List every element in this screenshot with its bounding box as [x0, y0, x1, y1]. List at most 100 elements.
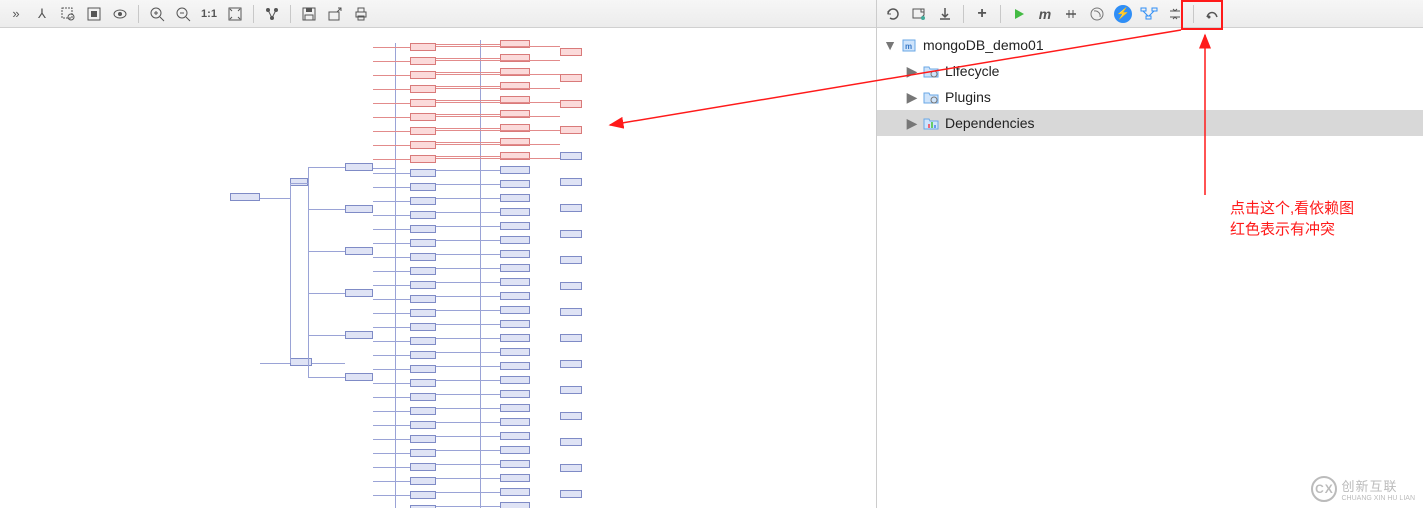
graph-node[interactable]: [500, 320, 530, 328]
graph-node[interactable]: [500, 474, 530, 482]
print-icon[interactable]: [349, 3, 373, 25]
graph-node[interactable]: [410, 169, 436, 177]
graph-node[interactable]: [410, 407, 436, 415]
graph-node[interactable]: [560, 204, 582, 212]
preview-icon[interactable]: [108, 3, 132, 25]
run-icon[interactable]: [1007, 3, 1031, 25]
graph-node[interactable]: [500, 194, 530, 202]
dependency-graph[interactable]: [0, 28, 876, 508]
graph-node[interactable]: [410, 379, 436, 387]
layout-icon[interactable]: [260, 3, 284, 25]
graph-node[interactable]: [560, 464, 582, 472]
select-tool-icon[interactable]: ⅄: [30, 3, 54, 25]
graph-node[interactable]: [500, 180, 530, 188]
graph-node[interactable]: [500, 222, 530, 230]
graph-node[interactable]: [560, 438, 582, 446]
graph-node[interactable]: [500, 208, 530, 216]
graph-node[interactable]: [410, 155, 436, 163]
toggle-offline-icon[interactable]: [1059, 3, 1083, 25]
graph-node[interactable]: [410, 71, 436, 79]
graph-node[interactable]: [410, 267, 436, 275]
fit-window-icon[interactable]: [223, 3, 247, 25]
graph-node[interactable]: [500, 334, 530, 342]
graph-node[interactable]: [500, 306, 530, 314]
graph-node[interactable]: [410, 183, 436, 191]
graph-node[interactable]: [500, 362, 530, 370]
graph-node[interactable]: [500, 502, 530, 508]
tree-plugins[interactable]: ▶ Plugins: [877, 84, 1423, 110]
graph-node[interactable]: [410, 253, 436, 261]
collapse-all-icon[interactable]: [1163, 3, 1187, 25]
graph-node[interactable]: [560, 126, 582, 134]
download-sources-icon[interactable]: [933, 3, 957, 25]
skip-tests-icon[interactable]: [1085, 3, 1109, 25]
settings-icon[interactable]: [1200, 3, 1224, 25]
fit-selection-icon[interactable]: [82, 3, 106, 25]
execute-goal-icon[interactable]: m: [1033, 3, 1057, 25]
graph-node[interactable]: [500, 250, 530, 258]
graph-node[interactable]: [410, 463, 436, 471]
graph-node[interactable]: [410, 449, 436, 457]
tree-root[interactable]: ▼ m mongoDB_demo01: [877, 32, 1423, 58]
graph-node[interactable]: [410, 309, 436, 317]
reimport-icon[interactable]: [881, 3, 905, 25]
graph-node[interactable]: [410, 43, 436, 51]
graph-node[interactable]: [560, 490, 582, 498]
graph-node[interactable]: [560, 100, 582, 108]
graph-node[interactable]: [410, 113, 436, 121]
zoom-out-icon[interactable]: [171, 3, 195, 25]
graph-node[interactable]: [500, 264, 530, 272]
graph-node[interactable]: [345, 163, 373, 171]
graph-node[interactable]: [345, 289, 373, 297]
graph-node[interactable]: [500, 418, 530, 426]
graph-node[interactable]: [345, 331, 373, 339]
graph-node[interactable]: [560, 282, 582, 290]
graph-node[interactable]: [500, 446, 530, 454]
graph-node[interactable]: [345, 205, 373, 213]
expand-panel-icon[interactable]: »: [4, 3, 28, 25]
graph-node[interactable]: [410, 365, 436, 373]
graph-node[interactable]: [500, 348, 530, 356]
graph-node[interactable]: [560, 412, 582, 420]
graph-node[interactable]: [500, 376, 530, 384]
graph-node[interactable]: [410, 141, 436, 149]
export-icon[interactable]: [323, 3, 347, 25]
graph-node[interactable]: [560, 178, 582, 186]
graph-node[interactable]: [410, 351, 436, 359]
graph-node[interactable]: [500, 278, 530, 286]
graph-node[interactable]: [500, 166, 530, 174]
graph-node[interactable]: [410, 197, 436, 205]
graph-node[interactable]: [560, 48, 582, 56]
generate-sources-icon[interactable]: [907, 3, 931, 25]
graph-node[interactable]: [345, 247, 373, 255]
save-icon[interactable]: [297, 3, 321, 25]
show-dependencies-icon[interactable]: [1137, 3, 1161, 25]
graph-node[interactable]: [410, 491, 436, 499]
graph-node[interactable]: [410, 99, 436, 107]
graph-node[interactable]: [500, 404, 530, 412]
graph-node[interactable]: [560, 360, 582, 368]
graph-node[interactable]: [290, 178, 308, 186]
add-project-icon[interactable]: +: [970, 3, 994, 25]
chevron-down-icon[interactable]: ▼: [883, 37, 897, 53]
graph-node[interactable]: [410, 225, 436, 233]
graph-node[interactable]: [410, 477, 436, 485]
marquee-zoom-icon[interactable]: [56, 3, 80, 25]
tree-lifecycle[interactable]: ▶ Lifecycle: [877, 58, 1423, 84]
graph-node[interactable]: [560, 256, 582, 264]
actual-size-icon[interactable]: 1:1: [197, 3, 221, 25]
graph-node[interactable]: [500, 460, 530, 468]
graph-node[interactable]: [410, 85, 436, 93]
graph-node[interactable]: [410, 435, 436, 443]
chevron-right-icon[interactable]: ▶: [905, 63, 919, 80]
graph-node[interactable]: [500, 432, 530, 440]
graph-node[interactable]: [500, 292, 530, 300]
graph-node[interactable]: [410, 281, 436, 289]
graph-node[interactable]: [410, 57, 436, 65]
graph-node[interactable]: [410, 127, 436, 135]
graph-node[interactable]: [410, 211, 436, 219]
graph-node[interactable]: [230, 193, 260, 201]
lightning-icon[interactable]: ⚡: [1111, 3, 1135, 25]
graph-node[interactable]: [500, 236, 530, 244]
graph-node[interactable]: [410, 393, 436, 401]
